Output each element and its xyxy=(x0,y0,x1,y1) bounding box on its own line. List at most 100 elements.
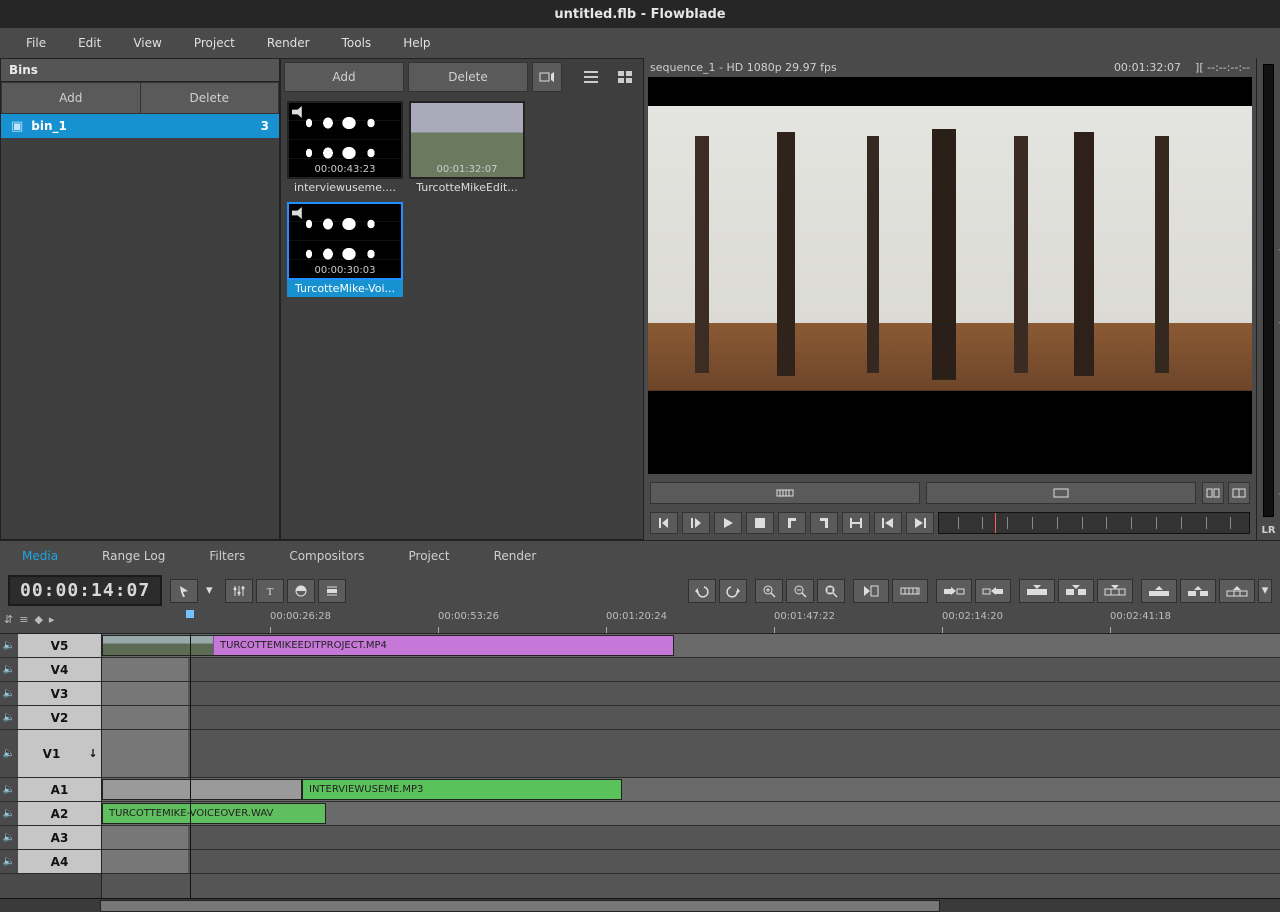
track-mute-icon[interactable]: 🔈 xyxy=(0,634,18,657)
monitor-mode-timeline-button[interactable] xyxy=(650,482,920,504)
menu-tools[interactable]: Tools xyxy=(326,30,388,56)
track-mute-icon[interactable]: 🔈 xyxy=(0,658,18,681)
edit-mode-dropdown-icon[interactable]: ▾ xyxy=(201,579,217,603)
overwrite-range-button[interactable] xyxy=(1058,579,1094,603)
undo-button[interactable] xyxy=(688,579,716,603)
overwrite-button[interactable] xyxy=(1019,579,1055,603)
track-head[interactable]: 🔈A1 xyxy=(0,778,101,802)
track-expand-icon[interactable]: ↓ xyxy=(85,747,101,760)
media-view-grid-icon[interactable] xyxy=(610,62,640,92)
tool-sliders-icon[interactable] xyxy=(225,579,253,603)
track-lane[interactable] xyxy=(102,850,1280,874)
menu-render[interactable]: Render xyxy=(251,30,326,56)
timeline-clip-audio[interactable]: INTERVIEWUSEME.MP3 xyxy=(302,779,622,800)
tab-render[interactable]: Render xyxy=(472,541,559,571)
track-lane[interactable] xyxy=(102,826,1280,850)
tab-filters[interactable]: Filters xyxy=(187,541,267,571)
timeline-clip-audio[interactable]: TURCOTTEMIKE-VOICEOVER.WAV xyxy=(102,803,326,824)
tab-project[interactable]: Project xyxy=(387,541,472,571)
tool-color-icon[interactable] xyxy=(287,579,315,603)
timeline-clip-video[interactable]: TURCOTTEMIKEEDITPROJECT.MP4 xyxy=(102,635,674,656)
lift-button[interactable] xyxy=(1141,579,1177,603)
track-mute-icon[interactable]: 🔈 xyxy=(0,682,18,705)
track-lane[interactable]: TURCOTTEMIKEEDITPROJECT.MP4 xyxy=(102,634,1280,658)
track-lane[interactable] xyxy=(102,682,1280,706)
monitor-trim-view-icon[interactable] xyxy=(1202,482,1224,504)
redo-button[interactable] xyxy=(719,579,747,603)
three-point-button[interactable] xyxy=(1097,579,1133,603)
timeline-ruler[interactable]: ⇵ ≡ ◆ ▸ 00:00:26:28 00:00:53:26 00:01:20… xyxy=(0,610,1280,634)
insert-button[interactable] xyxy=(936,579,972,603)
menu-edit[interactable]: Edit xyxy=(62,30,117,56)
zoom-out-button[interactable] xyxy=(786,579,814,603)
media-proxy-icon[interactable] xyxy=(532,62,562,92)
track-head[interactable]: 🔈V2 xyxy=(0,706,101,730)
track-head[interactable]: 🔈A2 xyxy=(0,802,101,826)
list-icon[interactable]: ≡ xyxy=(19,613,28,626)
transport-mark-out-button[interactable] xyxy=(810,512,838,534)
track-mute-icon[interactable]: 🔈 xyxy=(0,802,18,825)
menu-file[interactable]: File xyxy=(10,30,62,56)
edit-mode-button[interactable] xyxy=(170,579,198,603)
transport-mark-in-button[interactable] xyxy=(778,512,806,534)
track-head[interactable]: 🔈V5 xyxy=(0,634,101,658)
track-lane[interactable] xyxy=(102,730,1280,778)
track-mute-icon[interactable]: 🔈 xyxy=(0,826,18,849)
track-lane[interactable]: TURCOTTEMIKE-VOICEOVER.WAV xyxy=(102,802,1280,826)
track-head[interactable]: 🔈V1↓ xyxy=(0,730,101,778)
track-mute-icon[interactable]: 🔈 xyxy=(0,850,18,873)
monitor-view-switch-icon[interactable] xyxy=(1228,482,1250,504)
transport-goto-start-button[interactable] xyxy=(874,512,902,534)
sync-icon[interactable]: ⇵ xyxy=(4,613,13,626)
media-delete-button[interactable]: Delete xyxy=(408,62,528,92)
timeline-tracks[interactable]: TURCOTTEMIKEEDITPROJECT.MP4 INTERVIEWUSE… xyxy=(102,634,1280,898)
tool-text-icon[interactable]: T xyxy=(256,579,284,603)
zoom-fit-button[interactable] xyxy=(817,579,845,603)
track-mute-icon[interactable]: 🔈 xyxy=(0,778,18,801)
track-head[interactable]: 🔈V3 xyxy=(0,682,101,706)
tab-compositors[interactable]: Compositors xyxy=(267,541,386,571)
transport-prev-button[interactable] xyxy=(650,512,678,534)
monitor-viewport[interactable] xyxy=(648,77,1252,474)
zoom-in-button[interactable] xyxy=(755,579,783,603)
menu-view[interactable]: View xyxy=(117,30,177,56)
cut-button[interactable] xyxy=(853,579,889,603)
tab-range-log[interactable]: Range Log xyxy=(80,541,187,571)
extract-button[interactable] xyxy=(1180,579,1216,603)
track-lane[interactable] xyxy=(102,658,1280,682)
scrollbar-thumb[interactable] xyxy=(100,900,940,912)
bin-delete-button[interactable]: Delete xyxy=(140,82,280,114)
monitor-mode-clip-button[interactable] xyxy=(926,482,1196,504)
track-lane[interactable] xyxy=(102,706,1280,730)
track-mute-icon[interactable]: 🔈 xyxy=(0,730,18,777)
menu-project[interactable]: Project xyxy=(178,30,251,56)
transport-clear-marks-button[interactable] xyxy=(842,512,870,534)
transport-goto-end-button[interactable] xyxy=(906,512,934,534)
lift-group-dropdown-icon[interactable]: ▾ xyxy=(1258,579,1272,603)
timeline-clip-gap[interactable] xyxy=(102,779,302,800)
media-clip[interactable]: 00:00:43:23 interviewuseme.... xyxy=(287,101,403,196)
splice-out-button[interactable] xyxy=(892,579,928,603)
ripple-delete-button[interactable] xyxy=(1219,579,1255,603)
bin-add-button[interactable]: Add xyxy=(1,82,140,114)
track-lane[interactable]: INTERVIEWUSEME.MP3 xyxy=(102,778,1280,802)
track-mute-icon[interactable]: 🔈 xyxy=(0,706,18,729)
marker-menu-icon[interactable]: ▸ xyxy=(49,613,55,626)
media-clip[interactable]: 00:01:32:07 TurcotteMikeEdit... xyxy=(409,101,525,196)
tab-media[interactable]: Media xyxy=(0,541,80,571)
transport-play-button[interactable] xyxy=(714,512,742,534)
menu-help[interactable]: Help xyxy=(387,30,446,56)
snap-icon[interactable]: ◆ xyxy=(34,613,42,626)
media-view-list-icon[interactable] xyxy=(576,62,606,92)
transport-stop-button[interactable] xyxy=(746,512,774,534)
media-add-button[interactable]: Add xyxy=(284,62,404,92)
track-head[interactable]: 🔈A3 xyxy=(0,826,101,850)
track-head[interactable]: 🔈A4 xyxy=(0,850,101,874)
transport-scrubber[interactable] xyxy=(938,512,1250,534)
track-head[interactable]: 🔈V4 xyxy=(0,658,101,682)
append-button[interactable] xyxy=(975,579,1011,603)
bin-item[interactable]: ▣ bin_1 3 xyxy=(1,114,279,138)
media-clip[interactable]: 00:00:30:03 TurcotteMike-Voi... xyxy=(287,202,403,297)
transport-play-stop-button[interactable] xyxy=(682,512,710,534)
timeline-scrollbar[interactable] xyxy=(0,898,1280,912)
